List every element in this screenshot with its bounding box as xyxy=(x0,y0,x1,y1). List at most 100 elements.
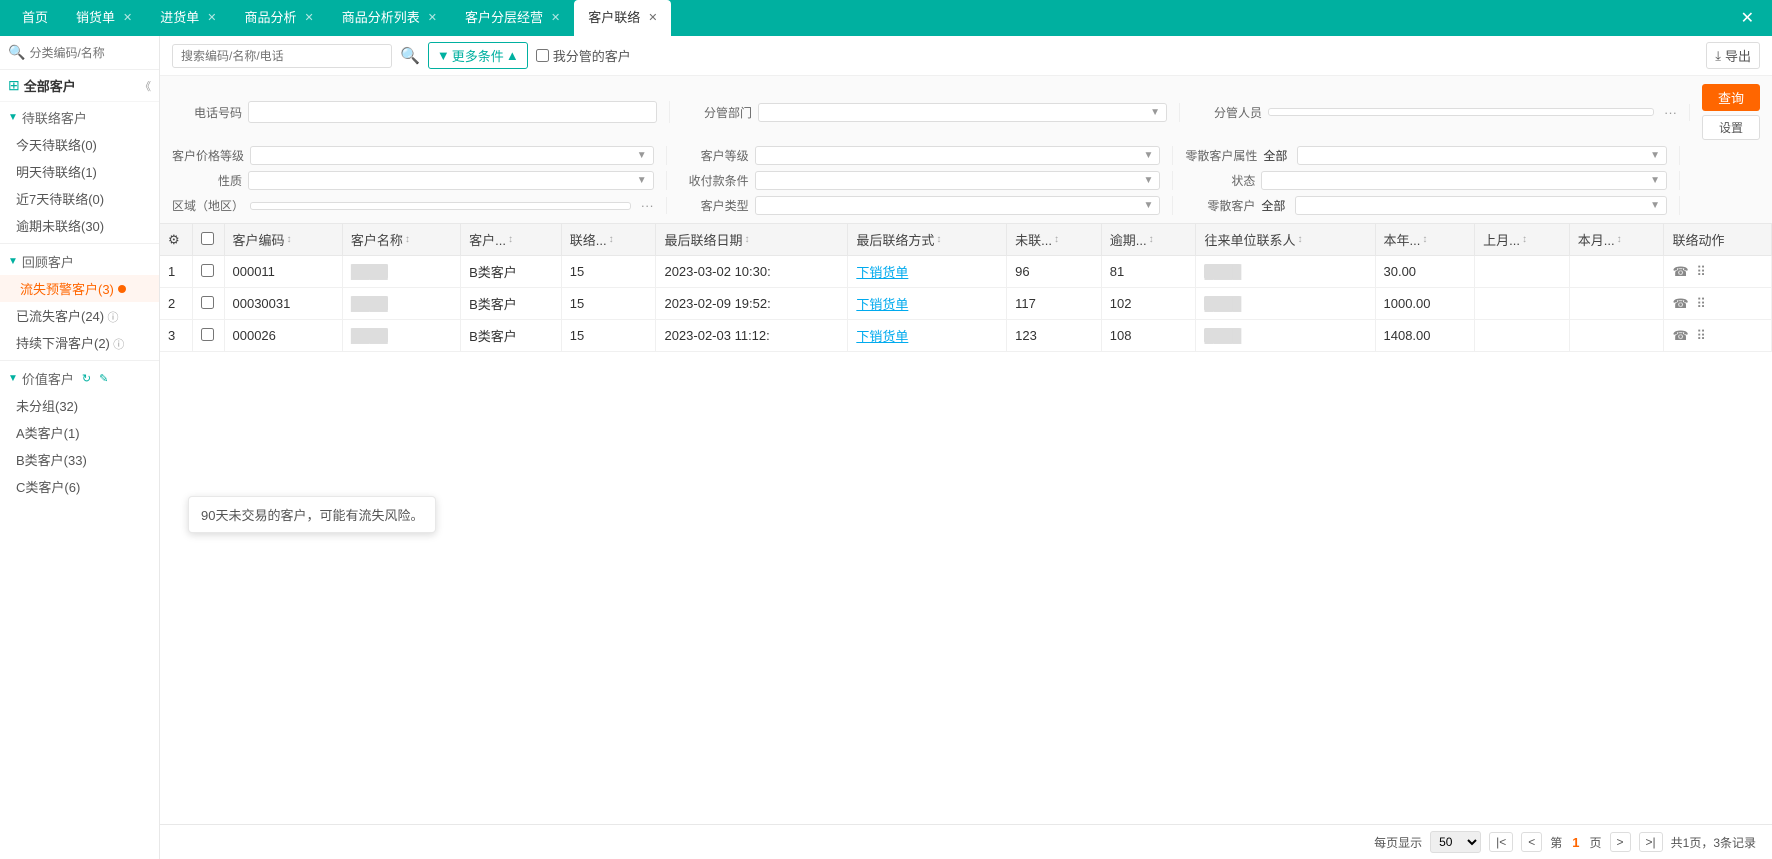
nav-tab-product-analysis[interactable]: 商品分析 ✕ xyxy=(230,0,327,36)
more-icon[interactable]: ··· xyxy=(641,198,654,213)
nav-tab-purchaseorder[interactable]: 进货单 ✕ xyxy=(146,0,230,36)
main-layout: 🔍 ⊞ 全部客户 《 ▼ 待联络客户 今天待联络(0) 明天待联络(1) 近7天… xyxy=(0,36,1772,859)
cell-checkbox[interactable] xyxy=(192,256,224,288)
sort-icon: ↕ xyxy=(1522,234,1527,245)
scatter-customer-select[interactable]: ▼ xyxy=(1295,196,1667,215)
more-actions-icon[interactable]: ⠿ xyxy=(1696,296,1706,311)
cell-last-contact-method[interactable]: 下销货单 xyxy=(848,288,1007,320)
th-contact-person[interactable]: 往来单位联系人↕ xyxy=(1196,224,1375,256)
nav-tab-customer-contact[interactable]: 客户联络 ✕ xyxy=(574,0,671,36)
sidebar-search-input[interactable] xyxy=(29,46,151,60)
nav-home[interactable]: 首页 xyxy=(8,0,62,36)
price-level-select[interactable]: ▼ xyxy=(250,146,654,165)
row-checkbox[interactable] xyxy=(201,328,214,341)
per-page-select[interactable]: 50 100 xyxy=(1430,831,1481,853)
close-icon[interactable]: ✕ xyxy=(123,0,132,36)
more-actions-icon[interactable]: ⠿ xyxy=(1696,328,1706,343)
page-first-button[interactable]: |< xyxy=(1489,832,1513,852)
chevron-down-icon: ▼ xyxy=(1143,200,1153,211)
more-conditions-button[interactable]: ▼ 更多条件 ▲ xyxy=(428,42,528,69)
nav-tab-customer-segment[interactable]: 客户分层经营 ✕ xyxy=(451,0,574,36)
my-customers-checkbox-label[interactable]: 我分管的客户 xyxy=(536,46,631,65)
query-button[interactable]: 查询 xyxy=(1702,84,1760,111)
row-checkbox[interactable] xyxy=(201,296,214,309)
sidebar-item-overdue[interactable]: 逾期未联络(30) xyxy=(0,212,159,239)
export-button[interactable]: ⤓ 导出 xyxy=(1706,42,1760,69)
payment-select[interactable]: ▼ xyxy=(755,171,1161,190)
page-next-button[interactable]: > xyxy=(1610,832,1631,852)
sidebar-item-tomorrow[interactable]: 明天待联络(1) xyxy=(0,158,159,185)
customer-type-select[interactable]: ▼ xyxy=(755,196,1161,215)
status-select[interactable]: ▼ xyxy=(1261,171,1667,190)
chevron-down-icon: ▼ xyxy=(1150,107,1160,118)
main-search-button[interactable]: 🔍 xyxy=(400,46,420,66)
page-prev-button[interactable]: < xyxy=(1521,832,1542,852)
nature-select[interactable]: ▼ xyxy=(248,171,654,190)
customer-level-select[interactable]: ▼ xyxy=(755,146,1161,165)
cell-action[interactable]: ☎ ⠿ xyxy=(1664,288,1772,320)
more-actions-icon[interactable]: ⠿ xyxy=(1696,264,1706,279)
cell-checkbox[interactable] xyxy=(192,320,224,352)
close-icon[interactable]: ✕ xyxy=(648,0,657,36)
cell-action[interactable]: ☎ ⠿ xyxy=(1664,256,1772,288)
cell-action[interactable]: ☎ ⠿ xyxy=(1664,320,1772,352)
contact-icon[interactable]: ☎ xyxy=(1672,328,1688,343)
cell-this-year: 30.00 xyxy=(1375,256,1475,288)
sidebar-item-class-a[interactable]: A类客户(1) xyxy=(0,419,159,446)
more-icon[interactable]: ··· xyxy=(1664,105,1677,120)
sidebar-item-7days[interactable]: 近7天待联络(0) xyxy=(0,185,159,212)
sidebar-item-class-b[interactable]: B类客户(33) xyxy=(0,446,159,473)
sidebar-item-churned[interactable]: 已流失客户(24) ⓘ xyxy=(0,302,159,329)
nav-tab-salesorder[interactable]: 销货单 ✕ xyxy=(62,0,146,36)
th-last-contact-date[interactable]: 最后联络日期↕ xyxy=(656,224,848,256)
sidebar-item-churn-warning[interactable]: 流失预警客户(3) xyxy=(0,275,159,302)
sidebar-item-unclassified[interactable]: 未分组(32) xyxy=(0,392,159,419)
content-area: 🔍 ▼ 更多条件 ▲ 我分管的客户 ⤓ 导出 电话号码 xyxy=(160,36,1772,859)
settings-button[interactable]: 设置 xyxy=(1702,115,1760,140)
th-uncontacted[interactable]: 未联...↕ xyxy=(1007,224,1102,256)
all-customers-header[interactable]: ⊞ 全部客户 《 xyxy=(0,70,159,102)
person-select[interactable] xyxy=(1268,108,1654,116)
th-contact[interactable]: 联络...↕ xyxy=(561,224,656,256)
page-last-button[interactable]: >| xyxy=(1639,832,1663,852)
main-search-input[interactable] xyxy=(172,44,392,68)
row-checkbox[interactable] xyxy=(201,264,214,277)
cell-uncontacted: 123 xyxy=(1007,320,1102,352)
scatter-attr-select[interactable]: ▼ xyxy=(1297,146,1667,165)
th-last-contact-method[interactable]: 最后联络方式↕ xyxy=(848,224,1007,256)
table-row: 2 00030031 ████ B类客户 15 2023-02-09 19:52… xyxy=(160,288,1772,320)
sidebar-item-today[interactable]: 今天待联络(0) xyxy=(0,131,159,158)
close-icon[interactable]: ✕ xyxy=(428,0,437,36)
th-this-year[interactable]: 本年...↕ xyxy=(1375,224,1475,256)
th-overdue[interactable]: 逾期...↕ xyxy=(1101,224,1196,256)
th-name[interactable]: 客户名称↕ xyxy=(342,224,460,256)
field-status: 状态 ▼ xyxy=(1173,171,1680,190)
region-select[interactable] xyxy=(250,202,631,210)
th-settings[interactable]: ⚙ xyxy=(160,224,192,256)
th-this-month[interactable]: 本月...↕ xyxy=(1569,224,1664,256)
cell-uncontacted: 117 xyxy=(1007,288,1102,320)
sidebar-item-class-c[interactable]: C类客户(6) xyxy=(0,473,159,500)
sidebar-item-declining[interactable]: 持续下滑客户(2) ⓘ xyxy=(0,329,159,356)
contact-icon[interactable]: ☎ xyxy=(1672,296,1688,311)
cell-checkbox[interactable] xyxy=(192,288,224,320)
dept-select[interactable]: ▼ xyxy=(758,103,1167,122)
refresh-icon[interactable]: ↻ xyxy=(82,372,91,385)
th-type[interactable]: 客户...↕ xyxy=(461,224,562,256)
close-icon[interactable]: ✕ xyxy=(207,0,216,36)
my-customers-checkbox[interactable] xyxy=(536,49,549,62)
contact-icon[interactable]: ☎ xyxy=(1672,264,1688,279)
th-last-month[interactable]: 上月...↕ xyxy=(1475,224,1570,256)
nav-tab-product-analysis-list[interactable]: 商品分析列表 ✕ xyxy=(328,0,451,36)
cell-last-contact-method[interactable]: 下销货单 xyxy=(848,320,1007,352)
select-all-checkbox[interactable] xyxy=(201,232,214,245)
close-icon[interactable]: ✕ xyxy=(551,0,560,36)
arrow-down-icon: ▼ xyxy=(8,112,18,123)
edit-icon[interactable]: ✎ xyxy=(99,372,108,385)
global-close-button[interactable]: ✕ xyxy=(1731,8,1764,28)
th-checkbox[interactable] xyxy=(192,224,224,256)
phone-input[interactable] xyxy=(248,101,657,123)
cell-last-contact-method[interactable]: 下销货单 xyxy=(848,256,1007,288)
th-code[interactable]: 客户编码↕ xyxy=(224,224,342,256)
close-icon[interactable]: ✕ xyxy=(305,0,314,36)
